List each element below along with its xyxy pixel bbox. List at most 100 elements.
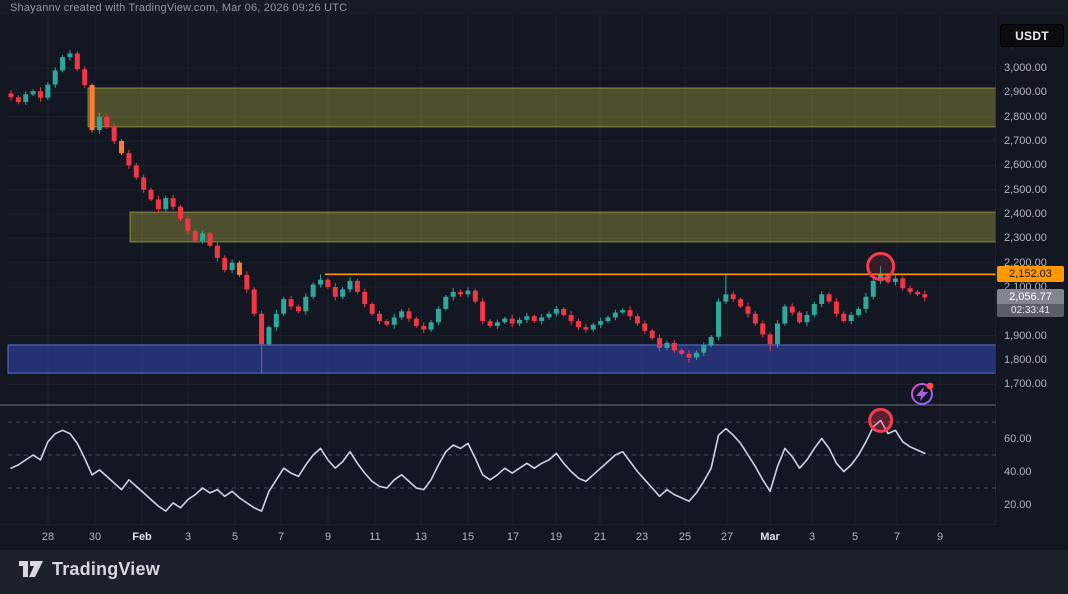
candle-body (738, 299, 744, 307)
alert-price-label[interactable]: 2,152.03 (997, 266, 1064, 282)
rsi-scale-label: 60.00 (1004, 432, 1032, 445)
candle-body (649, 330, 655, 339)
price-scale-label: 1,900.00 (1004, 329, 1047, 342)
candle-body (671, 342, 677, 351)
time-axis-label: Mar (760, 531, 780, 543)
price-scale[interactable]: 3,100.003,000.002,900.002,800.002,700.00… (996, 15, 1068, 550)
time-axis-label: 3 (808, 531, 816, 543)
time-axis-label: Feb (132, 531, 152, 543)
price-scale-label: 2,300.00 (1004, 232, 1047, 245)
candle-body (524, 316, 530, 320)
tradingview-logo-icon (19, 561, 43, 577)
candle-body (281, 299, 287, 314)
time-axis-label: 30 (88, 531, 102, 543)
price-scale-label: 2,400.00 (1004, 208, 1047, 220)
candle-body (229, 262, 235, 270)
candle-body (377, 313, 382, 322)
candle-body (907, 288, 913, 292)
time-axis[interactable]: 28 30 Feb 3 5 7 9 11 13 15 17 19 21 23 25 27 Mar 3 5 7 9 (0, 525, 996, 550)
chart-canvas[interactable] (0, 0, 1068, 594)
candle-body (104, 116, 110, 127)
candle-body (841, 313, 847, 322)
candle-body (266, 327, 272, 345)
candle-body (354, 280, 360, 292)
time-axis-label: 15 (461, 531, 475, 543)
highlight-circle-price (866, 251, 896, 281)
candle-body (826, 294, 832, 302)
candle-body (222, 257, 228, 270)
candle-body (856, 308, 862, 315)
candle-body (303, 296, 309, 312)
candle-body (192, 231, 198, 241)
candle-body (332, 287, 338, 297)
candle-body (406, 311, 412, 319)
candle-body (465, 290, 471, 295)
candle-body (627, 310, 633, 317)
candle-body (37, 91, 43, 98)
demand-zone-lower[interactable] (7, 344, 997, 374)
candle-body (789, 306, 795, 313)
highlight-circle-rsi (868, 407, 894, 433)
alerts-bolt-icon[interactable] (911, 382, 934, 405)
candle-body (251, 289, 257, 314)
candle-body (450, 291, 456, 297)
bar-countdown: 02:33:41 (997, 304, 1064, 317)
candle-body (716, 301, 722, 337)
candle-body (52, 70, 58, 85)
candle-body (126, 153, 132, 166)
candle-body (435, 308, 441, 323)
candle-body (82, 69, 88, 86)
tradingview-logo-text: TradingView (52, 558, 160, 579)
candle-body (620, 310, 626, 313)
candle-body (612, 312, 618, 318)
candle-body (458, 291, 464, 295)
candle-body (472, 290, 478, 302)
candle-body (693, 352, 699, 358)
candle-body (413, 318, 419, 326)
candle-body (686, 353, 692, 358)
price-scale-label: 2,500.00 (1004, 183, 1047, 196)
candle-body (767, 334, 773, 345)
candle-body (325, 279, 331, 287)
candle-body (369, 304, 375, 314)
candle-body (811, 304, 817, 315)
candle-body (8, 93, 14, 98)
candle-body (804, 314, 810, 323)
candle-body (782, 306, 788, 324)
time-axis-label: 5 (231, 531, 239, 543)
candle-body (546, 313, 552, 318)
price-scale-label: 1,700.00 (1004, 378, 1047, 391)
price-scale-label: 2,700.00 (1004, 135, 1047, 148)
candle-body (583, 327, 589, 330)
time-axis-label: 3 (184, 531, 192, 543)
candle-body (340, 289, 346, 297)
candle-body (111, 126, 117, 142)
supply-zone-upper[interactable] (87, 87, 997, 128)
tradingview-logo[interactable]: TradingView (18, 558, 160, 580)
candle-body (288, 299, 294, 307)
candle-body (900, 278, 906, 289)
candle-body (833, 301, 839, 314)
candle-body (133, 165, 139, 178)
candle-body (236, 262, 242, 275)
candle-body (797, 312, 803, 323)
attribution-text: Shayannv created with TradingView.com, M… (10, 2, 348, 14)
candle-body (384, 321, 390, 325)
candle-body (863, 296, 869, 309)
candle-body (96, 116, 102, 131)
candle-body (148, 189, 154, 200)
price-scale-label: 2,900.00 (1004, 86, 1047, 99)
currency-badge[interactable]: USDT (1000, 24, 1064, 47)
last-price-value: 2,056.77 (997, 289, 1064, 304)
time-axis-label: 25 (678, 531, 692, 543)
candle-body (922, 294, 928, 298)
attribution-bar: Shayannv created with TradingView.com, M… (0, 0, 1068, 15)
candle-body (487, 321, 493, 326)
candle-body (178, 206, 184, 219)
candle-body (494, 322, 500, 326)
supply-zone-mid[interactable] (129, 211, 997, 243)
price-scale-label: 2,600.00 (1004, 159, 1047, 172)
candle-body (259, 313, 265, 345)
candle-body (531, 316, 537, 322)
time-axis-label: 9 (324, 531, 332, 543)
